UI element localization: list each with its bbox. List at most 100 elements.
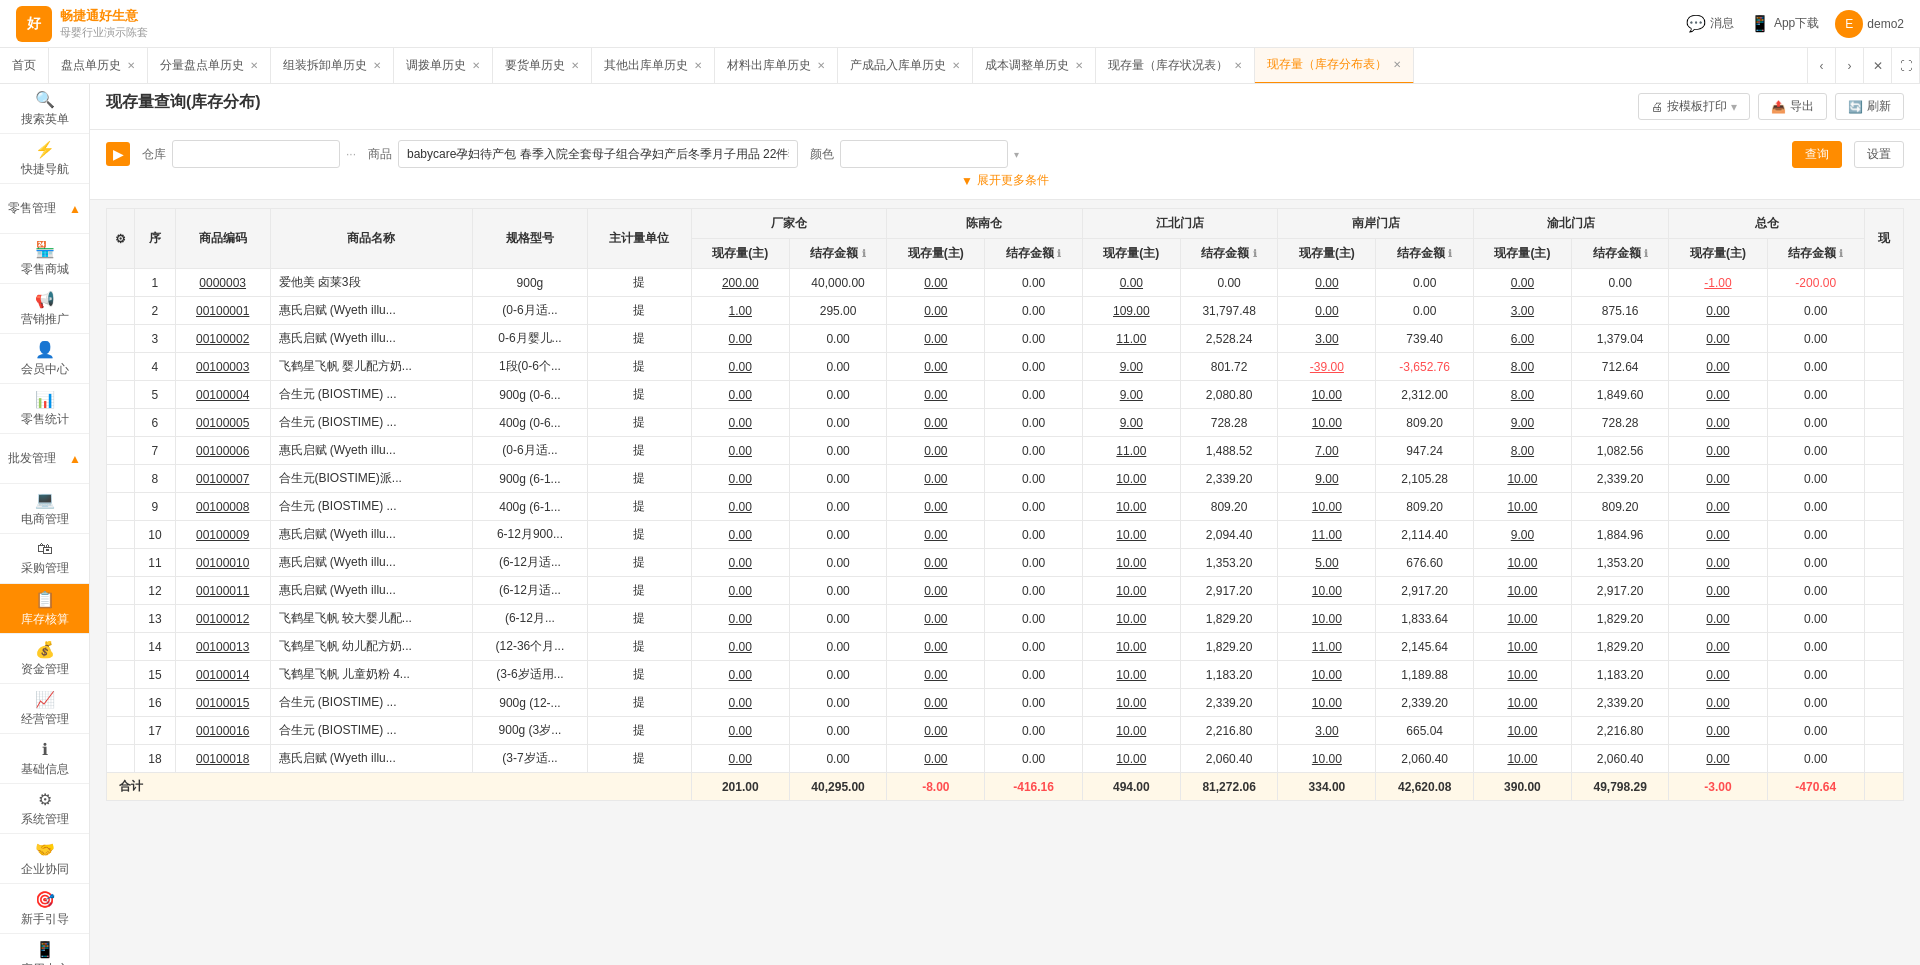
wholesale-label: 批发管理 — [8, 450, 56, 467]
tab-11-label: 现存量（库存分布表） — [1267, 56, 1387, 73]
sum-now — [1864, 773, 1903, 801]
table-row: 10 00100009 惠氏启赋 (Wyeth illu... 6-12月900… — [107, 521, 1904, 549]
expand-more-btn[interactable]: ▼ 展开更多条件 — [961, 172, 1049, 189]
sidebar-item-appstore[interactable]: 📱 应用中心 — [0, 934, 89, 965]
tab-8[interactable]: 产成品入库单历史 ✕ — [838, 48, 973, 84]
sidebar-item-guide[interactable]: 🎯 新手引导 — [0, 884, 89, 934]
settings-btn[interactable]: 设置 — [1854, 141, 1904, 168]
tab-2[interactable]: 分量盘点单历史 ✕ — [148, 48, 271, 84]
sidebar-item-member[interactable]: 👤 会员中心 — [0, 334, 89, 384]
filter-warehouse: 仓库 ··· — [142, 140, 356, 168]
sidebar-item-wholesale[interactable]: 批发管理 ▲ — [0, 434, 89, 484]
sidebar-mall-label: 零售商城 — [21, 261, 69, 278]
tab-4[interactable]: 调拨单历史 ✕ — [394, 48, 493, 84]
th-factory-group: 厂家仓 — [691, 209, 887, 239]
tab-5[interactable]: 要货单历史 ✕ — [493, 48, 592, 84]
data-table: ⚙ 序 商品编码 商品名称 规格型号 主计量单位 厂家仓 陈南仓 江北门店 南岸… — [106, 208, 1904, 801]
nav-close-btn[interactable]: ✕ — [1864, 48, 1892, 84]
tab-3-label: 组装拆卸单历史 — [283, 57, 367, 74]
sidebar-item-purchase[interactable]: 🛍 采购管理 — [0, 534, 89, 584]
nav-prev-btn[interactable]: ‹ — [1808, 48, 1836, 84]
tab-1-close[interactable]: ✕ — [127, 60, 135, 71]
tab-9-close[interactable]: ✕ — [1075, 60, 1083, 71]
sidebar-item-collab[interactable]: 🤝 企业协同 — [0, 834, 89, 884]
content-area: 现存量查询(库存分布) 🖨 按模板打印 ▾ 📤 导出 🔄 刷新 — [90, 84, 1920, 965]
tab-10[interactable]: 现存量（库存状况表） ✕ — [1096, 48, 1255, 84]
th-cn-qty: 现存量(主) — [887, 239, 985, 269]
th-code: 商品编码 — [175, 209, 270, 269]
sidebar-item-inventory[interactable]: 📋 库存核算 — [0, 584, 89, 634]
sidebar-item-system[interactable]: ⚙ 系统管理 — [0, 784, 89, 834]
th-yubeimen-group: 渝北门店 — [1473, 209, 1669, 239]
sidebar-item-finance[interactable]: 💰 资金管理 — [0, 634, 89, 684]
logo-icon: 好 — [16, 6, 52, 42]
query-btn[interactable]: 查询 — [1792, 141, 1842, 168]
tab-9[interactable]: 成本调整单历史 ✕ — [973, 48, 1096, 84]
goods-input[interactable] — [398, 140, 798, 168]
sidebar-item-marketing[interactable]: 📢 营销推广 — [0, 284, 89, 334]
tab-10-close[interactable]: ✕ — [1234, 60, 1242, 71]
nav-expand-btn[interactable]: ⛶ — [1892, 48, 1920, 84]
app-download-btn[interactable]: 📱 App下载 — [1750, 14, 1819, 33]
sidebar-item-basics[interactable]: ℹ 基础信息 — [0, 734, 89, 784]
tab-3[interactable]: 组装拆卸单历史 ✕ — [271, 48, 394, 84]
sum-f-amt: 40,295.00 — [789, 773, 886, 801]
tab-1[interactable]: 盘点单历史 ✕ — [49, 48, 148, 84]
color-label: 颜色 — [810, 146, 834, 163]
tab-2-close[interactable]: ✕ — [250, 60, 258, 71]
sum-yb-amt: 49,798.29 — [1572, 773, 1669, 801]
filter-area: ▶ 仓库 ··· 商品 颜色 ▾ 查询 — [90, 130, 1920, 200]
tab-6[interactable]: 其他出库单历史 ✕ — [592, 48, 715, 84]
msg-btn[interactable]: 💬 消息 — [1686, 14, 1734, 33]
tab-8-close[interactable]: ✕ — [952, 60, 960, 71]
th-nanan-group: 南岸门店 — [1278, 209, 1474, 239]
filter-collapse-btn[interactable]: ▶ — [106, 142, 130, 166]
print-btn[interactable]: 🖨 按模板打印 ▾ — [1638, 93, 1750, 120]
sidebar-item-ecommerce[interactable]: 💻 电商管理 — [0, 484, 89, 534]
sidebar-item-mall[interactable]: 🏪 零售商城 — [0, 234, 89, 284]
sidebar-item-nav[interactable]: ⚡ 快捷导航 — [0, 134, 89, 184]
goods-label: 商品 — [368, 146, 392, 163]
export-btn[interactable]: 📤 导出 — [1758, 93, 1827, 120]
filter-expand: ▼ 展开更多条件 — [106, 168, 1904, 189]
inventory-icon: 📋 — [35, 590, 55, 609]
th-cn-amt: 结存金额 ℹ — [985, 239, 1082, 269]
nav-next-btn[interactable]: › — [1836, 48, 1864, 84]
tab-7[interactable]: 材料出库单历史 ✕ — [715, 48, 838, 84]
sidebar-item-operation[interactable]: 📈 经营管理 — [0, 684, 89, 734]
tab-3-close[interactable]: ✕ — [373, 60, 381, 71]
tab-4-close[interactable]: ✕ — [472, 60, 480, 71]
sidebar-item-retail-mgmt[interactable]: 零售管理 ▲ — [0, 184, 89, 234]
tab-6-close[interactable]: ✕ — [694, 60, 702, 71]
tab-5-close[interactable]: ✕ — [571, 60, 579, 71]
table-row: 2 00100001 惠氏启赋 (Wyeth illu... (0-6月适...… — [107, 297, 1904, 325]
sidebar-stat-label: 零售统计 — [21, 411, 69, 428]
sidebar-item-retail-stat[interactable]: 📊 零售统计 — [0, 384, 89, 434]
table-row: 11 00100010 惠氏启赋 (Wyeth illu... (6-12月适.… — [107, 549, 1904, 577]
table-area[interactable]: ⚙ 序 商品编码 商品名称 规格型号 主计量单位 厂家仓 陈南仓 江北门店 南岸… — [90, 200, 1920, 965]
logo-area: 好 畅捷通好生意 母婴行业演示陈套 — [16, 6, 148, 42]
warehouse-input[interactable] — [172, 140, 340, 168]
tab-home[interactable]: 首页 — [0, 48, 49, 84]
sidebar-item-search[interactable]: 🔍 搜索英单 — [0, 84, 89, 134]
tab-7-close[interactable]: ✕ — [817, 60, 825, 71]
warehouse-more[interactable]: ··· — [346, 147, 356, 161]
th-now: 现 — [1864, 209, 1903, 269]
user-area[interactable]: E demo2 — [1835, 10, 1904, 38]
mall-icon: 🏪 — [35, 240, 55, 259]
tab-5-label: 要货单历史 — [505, 57, 565, 74]
username: demo2 — [1867, 17, 1904, 31]
th-yb-qty: 现存量(主) — [1473, 239, 1571, 269]
operation-icon: 📈 — [35, 690, 55, 709]
tab-11-close[interactable]: ✕ — [1393, 59, 1401, 70]
tab-11[interactable]: 现存量（库存分布表） ✕ — [1255, 48, 1414, 84]
tab-4-label: 调拨单历史 — [406, 57, 466, 74]
th-unit: 主计量单位 — [588, 209, 692, 269]
summary-row: 合计 201.00 40,295.00 -8.00 -416.16 494.00… — [107, 773, 1904, 801]
color-dropdown[interactable]: ▾ — [1014, 149, 1019, 160]
refresh-btn[interactable]: 🔄 刷新 — [1835, 93, 1904, 120]
color-input[interactable] — [840, 140, 1008, 168]
expand-icon: ▼ — [961, 174, 973, 188]
th-gear[interactable]: ⚙ — [107, 209, 135, 269]
th-chennan-group: 陈南仓 — [887, 209, 1083, 239]
